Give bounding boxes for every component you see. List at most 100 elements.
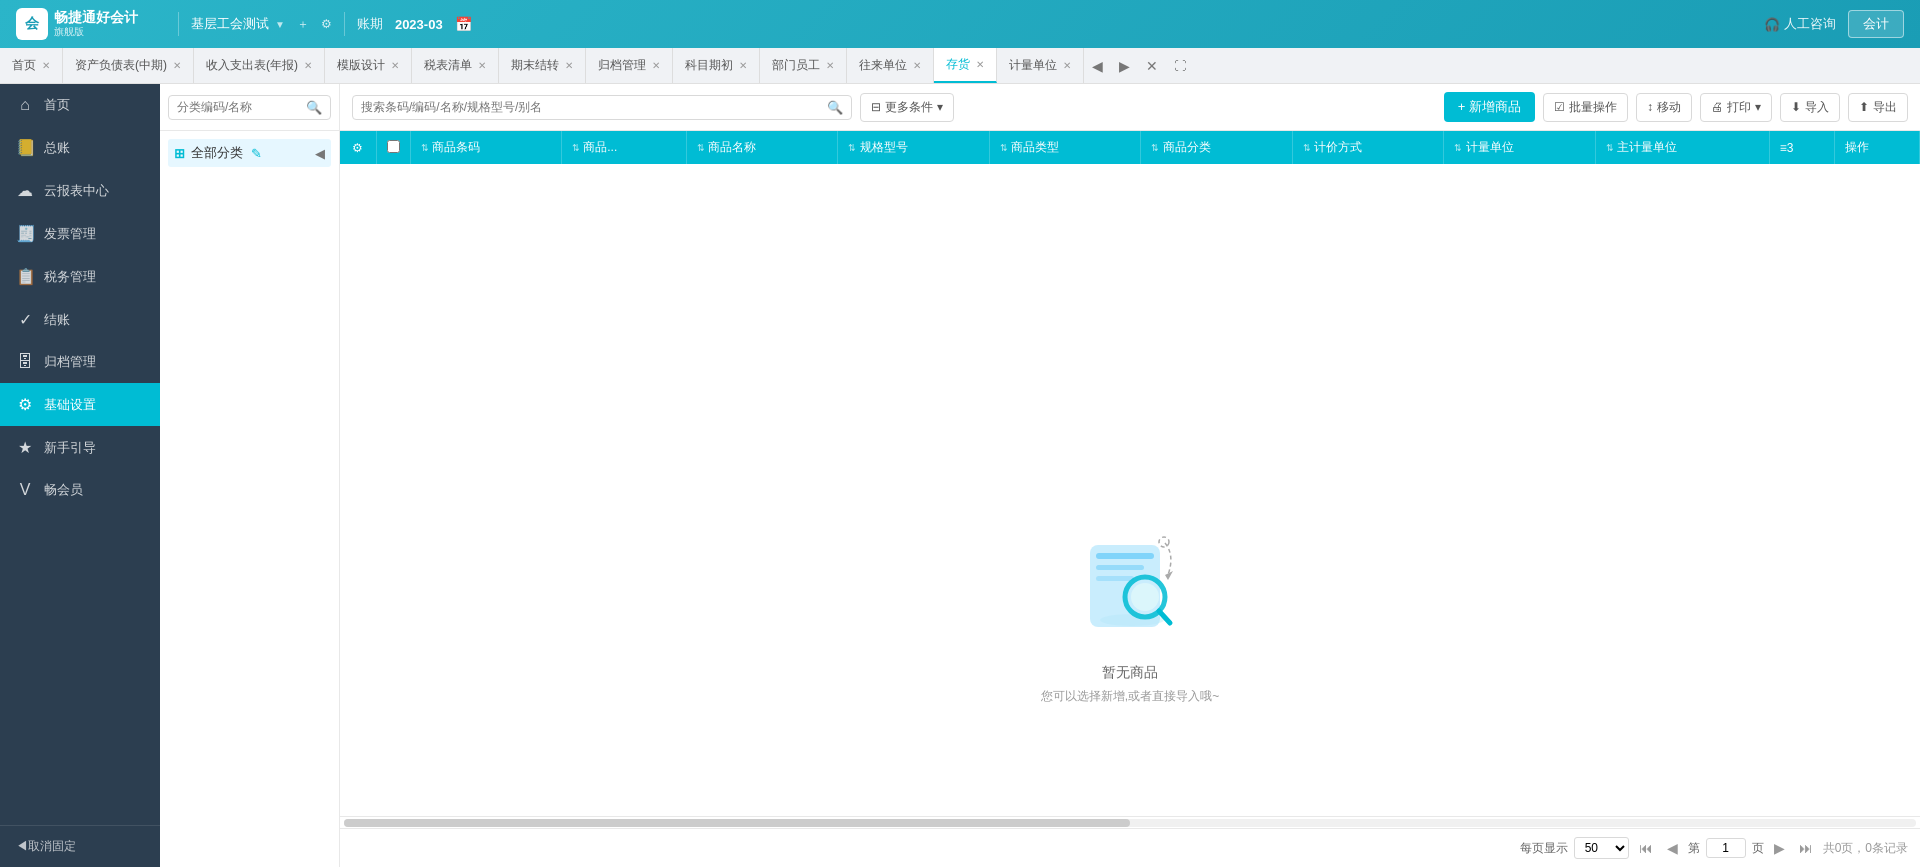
chevron-down-icon: ▾ <box>937 100 943 114</box>
tab-archive[interactable]: 归档管理 ✕ <box>586 48 673 83</box>
edit-icon[interactable]: ✎ <box>251 146 262 161</box>
batch-icon: ☑ <box>1554 100 1565 114</box>
sidebar-item-archive[interactable]: 🗄 归档管理 <box>0 341 160 383</box>
tab-home[interactable]: 首页 ✕ <box>0 48 63 83</box>
settings-icon[interactable]: ⚙ <box>321 17 332 31</box>
close-icon[interactable]: ✕ <box>565 60 573 71</box>
col-unit-header[interactable]: ⇅ 计量单位 <box>1444 131 1595 164</box>
col-checkbox-header[interactable] <box>376 131 410 164</box>
tab-balance-sheet[interactable]: 资产负债表(中期) ✕ <box>63 48 194 83</box>
sidebar: ⌂ 首页 📒 总账 ☁ 云报表中心 🧾 发票管理 📋 税务管理 ✓ 结账 🗄 归… <box>0 84 160 867</box>
tab-measure-unit[interactable]: 计量单位 ✕ <box>997 48 1084 83</box>
tab-inventory[interactable]: 存货 ✕ <box>934 48 997 83</box>
service-button[interactable]: 🎧 人工咨询 <box>1764 15 1836 33</box>
tab-nav-prev[interactable]: ◀ <box>1084 48 1111 83</box>
sidebar-item-label: 结账 <box>44 311 70 329</box>
export-button[interactable]: ⬆ 导出 <box>1848 93 1908 122</box>
col-spec-header[interactable]: ⇅ 规格型号 <box>838 131 989 164</box>
close-icon[interactable]: ✕ <box>173 60 181 71</box>
sidebar-item-home[interactable]: ⌂ 首页 <box>0 84 160 126</box>
product-search-input[interactable] <box>361 100 827 114</box>
tab-counterparty[interactable]: 往来单位 ✕ <box>847 48 934 83</box>
sort-icon: ⇅ <box>1606 143 1614 153</box>
sort-icon: ⇅ <box>1151 143 1159 153</box>
next-page-button[interactable]: ▶ <box>1770 838 1789 858</box>
col-extra-header[interactable]: ≡3 <box>1769 131 1834 164</box>
sidebar-item-settle[interactable]: ✓ 结账 <box>0 298 160 341</box>
add-company-button[interactable]: ＋ <box>297 16 309 33</box>
filter-button[interactable]: ⊟ 更多条件 ▾ <box>860 93 954 122</box>
expand-icon[interactable]: ⛶ <box>1166 59 1194 73</box>
chevron-down-icon: ▼ <box>275 19 285 30</box>
close-icon[interactable]: ✕ <box>391 60 399 71</box>
col-barcode-header[interactable]: ⇅ 商品条码 <box>410 131 561 164</box>
close-icon[interactable]: ✕ <box>478 60 486 71</box>
category-search-input[interactable] <box>177 100 306 114</box>
scroll-area[interactable] <box>340 816 1920 828</box>
import-button[interactable]: ⬇ 导入 <box>1780 93 1840 122</box>
sidebar-item-settings[interactable]: ⚙ 基础设置 <box>0 383 160 426</box>
sidebar-item-tax[interactable]: 📋 税务管理 <box>0 255 160 298</box>
close-icon[interactable]: ✕ <box>976 59 984 70</box>
sidebar-item-label: 总账 <box>44 139 70 157</box>
tab-tax-list[interactable]: 税表清单 ✕ <box>412 48 499 83</box>
close-icon[interactable]: ✕ <box>652 60 660 71</box>
close-icon[interactable]: ✕ <box>913 60 921 71</box>
col-name-header[interactable]: ⇅ 商品名称 <box>686 131 837 164</box>
sidebar-item-guide[interactable]: ★ 新手引导 <box>0 426 160 469</box>
sidebar-item-invoice[interactable]: 🧾 发票管理 <box>0 212 160 255</box>
sidebar-item-reports[interactable]: ☁ 云报表中心 <box>0 169 160 212</box>
add-product-button[interactable]: + 新增商品 <box>1444 92 1535 122</box>
filter-label: 更多条件 <box>885 99 933 116</box>
sidebar-item-ledger[interactable]: 📒 总账 <box>0 126 160 169</box>
batch-operation-button[interactable]: ☑ 批量操作 <box>1543 93 1628 122</box>
col-category-header[interactable]: ⇅ 商品分类 <box>1141 131 1292 164</box>
col-main-unit-header[interactable]: ⇅ 主计量单位 <box>1595 131 1769 164</box>
account-button[interactable]: 会计 <box>1848 10 1904 38</box>
col-type-header[interactable]: ⇅ 商品类型 <box>989 131 1140 164</box>
category-all-item[interactable]: ⊞ 全部分类 ✎ ◀ <box>168 139 331 167</box>
collapse-icon[interactable]: ◀ <box>315 146 325 161</box>
header-right: 🎧 人工咨询 会计 <box>1764 10 1904 38</box>
logo-text-block: 畅捷通好会计 旗舰版 <box>54 9 138 40</box>
category-panel: ⊞ 全部分类 ✎ ◀ <box>160 131 340 867</box>
tab-label: 部门员工 <box>772 57 820 74</box>
tab-template-design[interactable]: 模版设计 ✕ <box>325 48 412 83</box>
tab-dept-employee[interactable]: 部门员工 ✕ <box>760 48 847 83</box>
close-icon[interactable]: ✕ <box>1063 60 1071 71</box>
search-icon[interactable]: 🔍 <box>306 100 322 115</box>
col-code-header[interactable]: ⇅ 商品... <box>561 131 686 164</box>
company-selector[interactable]: 基层工会测试 ▼ <box>191 15 285 33</box>
print-button[interactable]: 🖨 打印 ▾ <box>1700 93 1772 122</box>
import-label: 导入 <box>1805 99 1829 116</box>
close-icon[interactable]: ✕ <box>739 60 747 71</box>
sort-icon: ⇅ <box>697 143 705 153</box>
close-icon[interactable]: ✕ <box>42 60 50 71</box>
col-settings-header[interactable]: ⚙ <box>340 131 376 164</box>
page-label: 第 <box>1688 840 1700 857</box>
prev-page-button[interactable]: ◀ <box>1663 838 1682 858</box>
unpin-button[interactable]: ◀取消固定 <box>16 838 144 855</box>
page-number-input[interactable] <box>1706 838 1746 858</box>
search-icon-product[interactable]: 🔍 <box>827 100 843 115</box>
tab-period-transfer[interactable]: 期末结转 ✕ <box>499 48 586 83</box>
scroll-thumb[interactable] <box>344 819 1130 827</box>
close-icon[interactable]: ✕ <box>826 60 834 71</box>
tab-subject-init[interactable]: 科目期初 ✕ <box>673 48 760 83</box>
select-all-checkbox[interactable] <box>387 140 400 153</box>
tab-income-statement[interactable]: 收入支出表(年报) ✕ <box>194 48 325 83</box>
tab-nav-next[interactable]: ▶ <box>1111 48 1138 83</box>
calendar-icon[interactable]: 📅 <box>455 16 472 32</box>
first-page-button[interactable]: ⏮ <box>1635 838 1657 858</box>
close-icon[interactable]: ✕ <box>304 60 312 71</box>
sidebar-item-member[interactable]: V 畅会员 <box>0 469 160 511</box>
last-page-button[interactable]: ⏭ <box>1795 838 1817 858</box>
per-page-select[interactable]: 10 20 50 100 <box>1574 837 1629 859</box>
sidebar-item-label: 发票管理 <box>44 225 96 243</box>
tab-label: 归档管理 <box>598 57 646 74</box>
close-all-tabs-icon[interactable]: ✕ <box>1138 58 1166 74</box>
move-button[interactable]: ↕ 移动 <box>1636 93 1692 122</box>
tab-label: 模版设计 <box>337 57 385 74</box>
category-search-wrap: 🔍 <box>168 95 331 120</box>
col-price-method-header[interactable]: ⇅ 计价方式 <box>1292 131 1443 164</box>
